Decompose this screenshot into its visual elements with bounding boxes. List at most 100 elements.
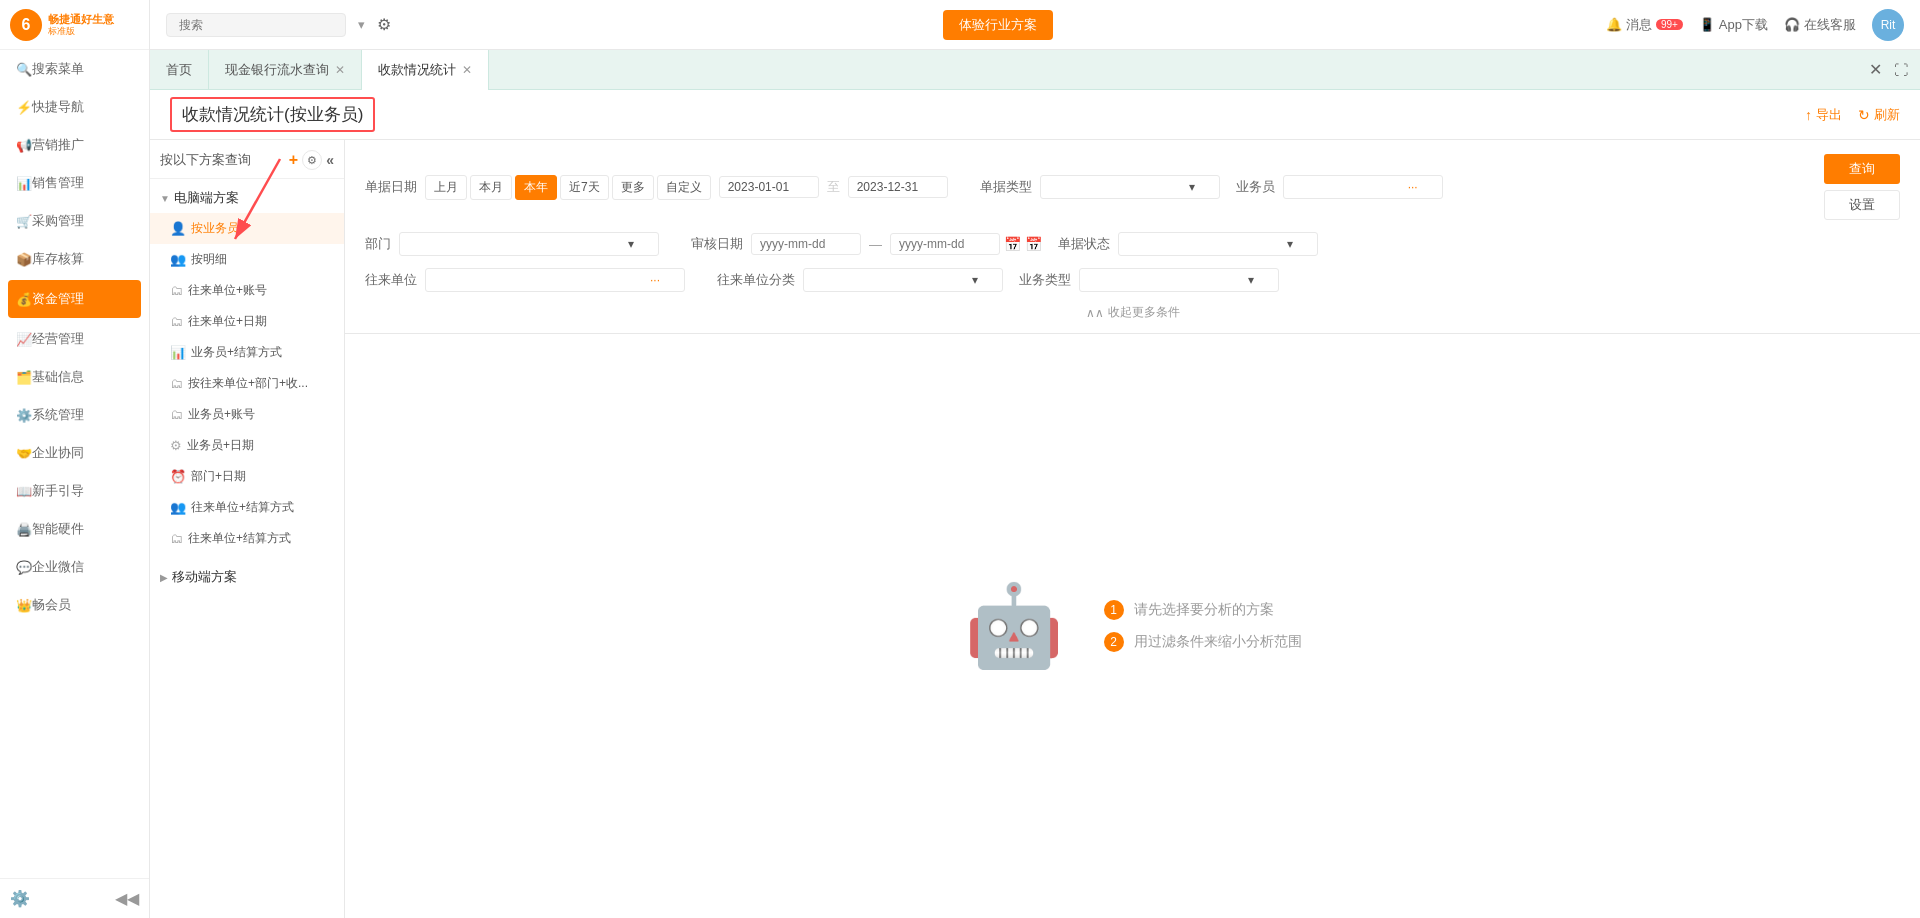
audit-date-from-calendar-icon[interactable]: 📅 xyxy=(1004,236,1021,252)
partner-category-label: 往来单位分类 xyxy=(717,271,795,289)
filter-btns: 查询 设置 xyxy=(1824,154,1900,220)
audit-date-to-input[interactable] xyxy=(890,233,1000,255)
sidebar: 6 畅捷通好生意 标准版 🔍 搜索菜单 ⚡ 快捷导航 📢 营销推广 📊 销售管理… xyxy=(0,0,150,918)
guide-icon: 📖 xyxy=(16,484,32,499)
tree-item-dept-date[interactable]: ⏰ 部门+日期 xyxy=(150,461,344,492)
filter-business-type-item: 业务类型 ▾ xyxy=(1019,268,1279,292)
business-type-select[interactable]: ▾ xyxy=(1079,268,1279,292)
sidebar-item-operation[interactable]: 📈 经营管理 xyxy=(0,320,149,358)
filter-bill-type-item: 单据类型 ▾ xyxy=(980,175,1220,199)
date-btn-this-month[interactable]: 本月 xyxy=(470,175,512,200)
settings-topbar-icon[interactable]: ⚙ xyxy=(377,15,391,34)
panel-gear-btn[interactable]: ⚙ xyxy=(302,150,322,170)
tabbar: 首页 现金银行流水查询 ✕ 收款情况统计 ✕ ✕ ⛶ xyxy=(150,50,1920,90)
app-logo: 6 畅捷通好生意 标准版 xyxy=(0,0,149,50)
tree-item-salesperson-date[interactable]: ⚙ 业务员+日期 xyxy=(150,430,344,461)
settings-bottom-icon[interactable]: ⚙️ xyxy=(10,889,30,908)
system-icon: ⚙️ xyxy=(16,408,32,423)
topbar-center: 体验行业方案 xyxy=(391,10,1606,40)
tree-item-salesperson-settlement[interactable]: 📊 业务员+结算方式 xyxy=(150,337,344,368)
sidebar-item-enterprise[interactable]: 🤝 企业协同 xyxy=(0,434,149,472)
collapse-btn[interactable]: ∧∧ 收起更多条件 xyxy=(365,300,1900,325)
tab-home[interactable]: 首页 xyxy=(150,50,209,90)
sidebar-item-member[interactable]: 👑 畅会员 xyxy=(0,586,149,624)
sidebar-item-finance[interactable]: 💰 资金管理 xyxy=(8,280,141,318)
dept-select[interactable]: ▾ xyxy=(399,232,659,256)
tab-close-all-icon[interactable]: ✕ xyxy=(1869,60,1882,79)
date-btn-7days[interactable]: 近7天 xyxy=(560,175,609,200)
panel-collapse-btn[interactable]: « xyxy=(326,152,334,168)
date-btn-last-month[interactable]: 上月 xyxy=(425,175,467,200)
settings-btn[interactable]: 设置 xyxy=(1824,190,1900,220)
tab-collection-stats-close[interactable]: ✕ xyxy=(462,63,472,77)
messages-btn[interactable]: 🔔 消息 99+ xyxy=(1606,16,1683,34)
tab-bank-flow-close[interactable]: ✕ xyxy=(335,63,345,77)
topbar-right: 🔔 消息 99+ 📱 App下载 🎧 在线客服 Rit xyxy=(1606,9,1904,41)
phone-icon: 📱 xyxy=(1699,17,1715,32)
tree-item-partner-account[interactable]: 🗂 往来单位+账号 xyxy=(150,275,344,306)
desktop-arrow-icon: ▼ xyxy=(160,193,170,204)
refresh-btn[interactable]: ↻ 刷新 xyxy=(1858,106,1900,124)
online-service-btn[interactable]: 🎧 在线客服 xyxy=(1784,16,1856,34)
tree-item-partner-settlement2[interactable]: 🗂 往来单位+结算方式 xyxy=(150,523,344,554)
filter-salesperson-item: 业务员 ··· xyxy=(1236,175,1443,199)
tree-item-partner-settlement1[interactable]: 👥 往来单位+结算方式 xyxy=(150,492,344,523)
logo-icon: 6 xyxy=(10,9,42,41)
sidebar-item-guide[interactable]: 📖 新手引导 xyxy=(0,472,149,510)
search-dropdown-icon[interactable]: ▾ xyxy=(358,17,365,32)
date-btn-more[interactable]: 更多 xyxy=(612,175,654,200)
date-btn-custom[interactable]: 自定义 xyxy=(657,175,711,200)
salesperson-select[interactable]: ··· xyxy=(1283,175,1443,199)
search-input[interactable] xyxy=(166,13,346,37)
tree-item-salesperson-account[interactable]: 🗂 业务员+账号 xyxy=(150,399,344,430)
sidebar-item-inventory[interactable]: 📦 库存核算 xyxy=(0,240,149,278)
export-btn[interactable]: ↑ 导出 xyxy=(1805,106,1842,124)
audit-date-from-input[interactable] xyxy=(751,233,861,255)
user-avatar[interactable]: Rit xyxy=(1872,9,1904,41)
date-from-input[interactable] xyxy=(719,176,819,198)
sidebar-nav: 🔍 搜索菜单 ⚡ 快捷导航 📢 营销推广 📊 销售管理 🛒 采购管理 📦 库存核… xyxy=(0,50,149,878)
mobile-section-title[interactable]: ▶ 移动端方案 xyxy=(150,562,344,592)
desktop-section-title[interactable]: ▼ 电脑端方案 xyxy=(150,183,344,213)
solution-btn[interactable]: 体验行业方案 xyxy=(943,10,1053,40)
sidebar-item-quick-nav[interactable]: ⚡ 快捷导航 xyxy=(0,88,149,126)
salesperson-settlement-icon: 📊 xyxy=(170,345,186,360)
tab-bank-flow[interactable]: 现金银行流水查询 ✕ xyxy=(209,50,362,90)
partner-select[interactable]: ··· xyxy=(425,268,685,292)
logo-text: 畅捷通好生意 标准版 xyxy=(48,12,114,38)
tabbar-right: ✕ ⛶ xyxy=(1869,60,1920,79)
sidebar-item-wechat[interactable]: 💬 企业微信 xyxy=(0,548,149,586)
date-btn-this-year[interactable]: 本年 xyxy=(515,175,557,200)
sidebar-item-purchase[interactable]: 🛒 采购管理 xyxy=(0,202,149,240)
date-to-input[interactable] xyxy=(848,176,948,198)
sidebar-item-search[interactable]: 🔍 搜索菜单 xyxy=(0,50,149,88)
step-1-num: 1 xyxy=(1104,600,1124,620)
quick-nav-icon: ⚡ xyxy=(16,100,32,115)
filter-audit-date-item: 审核日期 — 📅 📅 xyxy=(691,233,1042,255)
tab-fullscreen-icon[interactable]: ⛶ xyxy=(1894,62,1908,78)
sidebar-collapse-icon[interactable]: ◀◀ xyxy=(115,889,139,908)
tab-collection-stats[interactable]: 收款情况统计 ✕ xyxy=(362,50,489,90)
tree-item-detail[interactable]: 👥 按明细 xyxy=(150,244,344,275)
sidebar-item-marketing[interactable]: 📢 营销推广 xyxy=(0,126,149,164)
tree-item-salesperson[interactable]: 👤 按业务员 xyxy=(150,213,344,244)
sidebar-item-hardware[interactable]: 🖨️ 智能硬件 xyxy=(0,510,149,548)
sidebar-item-sales[interactable]: 📊 销售管理 xyxy=(0,164,149,202)
bill-type-select[interactable]: ▾ xyxy=(1040,175,1220,199)
business-type-label: 业务类型 xyxy=(1019,271,1071,289)
audit-date-to-calendar-icon[interactable]: 📅 xyxy=(1025,236,1042,252)
tree-item-partner-dept[interactable]: 🗂 按往来单位+部门+收... xyxy=(150,368,344,399)
refresh-icon: ↻ xyxy=(1858,107,1870,123)
business-type-dropdown-icon: ▾ xyxy=(1248,273,1254,287)
sidebar-item-system[interactable]: ⚙️ 系统管理 xyxy=(0,396,149,434)
salesperson-more-icon: ··· xyxy=(1408,180,1418,194)
partner-category-select[interactable]: ▾ xyxy=(803,268,1003,292)
data-area: 🤖 1 请先选择要分析的方案 2 用过滤条件来缩小分析范围 xyxy=(345,334,1920,918)
sidebar-item-base-info[interactable]: 🗂️ 基础信息 xyxy=(0,358,149,396)
bill-type-dropdown-icon: ▾ xyxy=(1189,180,1195,194)
query-btn[interactable]: 查询 xyxy=(1824,154,1900,184)
bill-status-select[interactable]: ▾ xyxy=(1118,232,1318,256)
app-download-btn[interactable]: 📱 App下载 xyxy=(1699,16,1768,34)
tree-item-partner-date[interactable]: 🗂 往来单位+日期 xyxy=(150,306,344,337)
panel-add-btn[interactable]: + xyxy=(289,151,298,169)
